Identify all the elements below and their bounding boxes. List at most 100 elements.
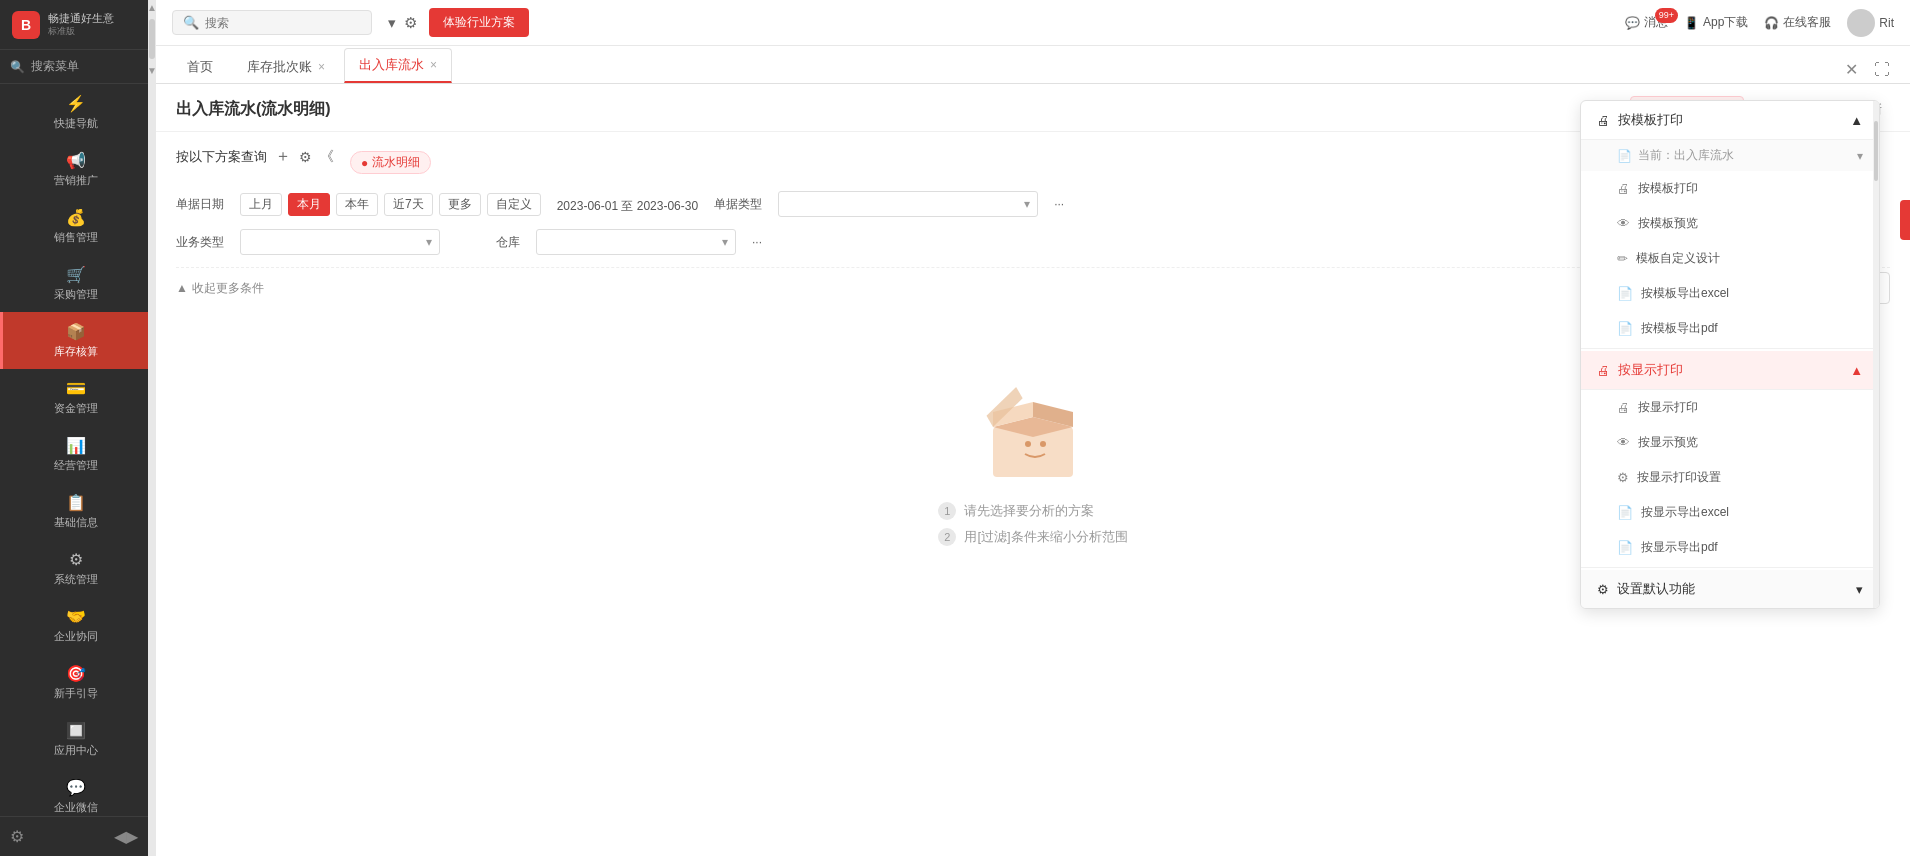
warehouse-select-wrapper (536, 229, 736, 255)
topbar-search-box[interactable]: 🔍 (172, 10, 372, 35)
date-btn-custom[interactable]: 自定义 (487, 193, 541, 216)
dropdown-divider-1 (1581, 348, 1879, 349)
quick-nav-icon: ⚡ (66, 94, 86, 113)
logo-version: 标准版 (48, 25, 114, 38)
tab-flow-close[interactable]: × (430, 58, 437, 72)
sidebar-scroll-track[interactable]: ▲ ▼ (148, 0, 156, 856)
chevron-up-icon: ▲ (176, 281, 188, 295)
dropdown-template-customize-item[interactable]: ✏ 模板自定义设计 (1581, 241, 1879, 276)
tab-fullscreen-icon[interactable]: ⛶ (1870, 57, 1894, 83)
dropdown-template-print-item[interactable]: 🖨 按模板打印 (1581, 171, 1879, 206)
sidebar-item-guide[interactable]: 🎯 新手引导 (0, 654, 148, 711)
display-pdf-icon: 📄 (1617, 540, 1633, 555)
sidebar-item-purchase[interactable]: 🛒 采购管理 (0, 255, 148, 312)
dropdown-display-export-excel-item[interactable]: 📄 按显示导出excel (1581, 495, 1879, 530)
topbar-dropdown-icon[interactable]: ▾ (388, 14, 396, 32)
filter-add-btn[interactable]: ＋ (275, 146, 291, 167)
sidebar-item-quick-nav[interactable]: ⚡ 快捷导航 (0, 84, 148, 141)
dropdown-display-print-settings-item[interactable]: ⚙ 按显示打印设置 (1581, 460, 1879, 495)
warehouse-select[interactable] (536, 229, 736, 255)
inventory-icon: 📦 (66, 322, 86, 341)
step-2-label: 用[过滤]条件来缩小分析范围 (964, 524, 1127, 550)
filter-settings-btn[interactable]: ⚙ (299, 149, 312, 165)
purchase-icon: 🛒 (66, 265, 86, 284)
tab-batch[interactable]: 库存批次账 × (232, 50, 340, 83)
page-title: 出入库流水(流水明细) (176, 99, 331, 120)
step-2: 2 用[过滤]条件来缩小分析范围 (938, 524, 1127, 550)
print-dropdown-panel: 🖨 按模板打印 ▲ 📄 当前：出入库流水 ▾ 🖨 按模板打印 👁 按模板预览 ✏… (1580, 100, 1880, 609)
doc-type-select[interactable] (778, 191, 1038, 217)
sidebar-item-label: 资金管理 (54, 401, 98, 416)
business-type-label: 业务类型 (176, 234, 224, 251)
topbar: 🔍 ▾ ⚙ 体验行业方案 💬 消息 99+ 📱 App下载 🎧 在线客服 (156, 0, 1910, 46)
current-template-icon: 📄 (1617, 149, 1632, 163)
empty-svg (973, 382, 1093, 482)
display-print-section-header[interactable]: 🖨 按显示打印 ▲ (1581, 351, 1879, 390)
settings-bottom-icon[interactable]: ⚙ (10, 827, 24, 846)
sidebar-item-operations[interactable]: 📊 经营管理 (0, 426, 148, 483)
topbar-search-input[interactable] (205, 16, 345, 30)
filter-title-label: 按以下方案查询 (176, 148, 267, 166)
user-item[interactable]: Rit (1847, 9, 1894, 37)
excel-item-icon: 📄 (1617, 286, 1633, 301)
tab-batch-close[interactable]: × (318, 60, 325, 74)
tab-close-all-icon[interactable]: ✕ (1841, 56, 1862, 83)
message-item[interactable]: 💬 消息 99+ (1625, 14, 1668, 31)
sidebar-item-cooperation[interactable]: 🤝 企业协同 (0, 597, 148, 654)
date-btn-current-year[interactable]: 本年 (336, 193, 378, 216)
set-default-icon: ⚙ (1597, 582, 1609, 597)
warehouse-more-btn[interactable]: ··· (752, 235, 762, 249)
dropdown-display-preview-item[interactable]: 👁 按显示预览 (1581, 425, 1879, 460)
business-type-select-wrapper (240, 229, 440, 255)
topbar-settings-icon[interactable]: ⚙ (404, 14, 417, 32)
sidebar-item-inventory[interactable]: 📦 库存核算 (0, 312, 148, 369)
collapse-filter-btn[interactable]: ▲ 收起更多条件 (176, 272, 264, 304)
date-btn-prev-month[interactable]: 上月 (240, 193, 282, 216)
cooperation-icon: 🤝 (66, 607, 86, 626)
svg-point-6 (1040, 441, 1046, 447)
set-default-section-header[interactable]: ⚙ 设置默认功能 ▾ (1581, 570, 1879, 608)
sidebar-search[interactable]: 🔍 搜索菜单 (0, 50, 148, 84)
sidebar-item-app-center[interactable]: 🔲 应用中心 (0, 711, 148, 768)
tab-flow[interactable]: 出入库流水 × (344, 48, 452, 83)
template-customize-item-label: 模板自定义设计 (1636, 250, 1720, 267)
sidebar-item-finance[interactable]: 💳 资金管理 (0, 369, 148, 426)
filter-tag-icon: ● (361, 156, 368, 170)
app-download-item[interactable]: 📱 App下载 (1684, 14, 1748, 31)
doc-type-more-btn[interactable]: ··· (1054, 197, 1064, 211)
sidebar-item-sales[interactable]: 💰 销售管理 (0, 198, 148, 255)
sidebar-item-label: 采购管理 (54, 287, 98, 302)
search-menu-button[interactable]: 🔍 搜索菜单 (10, 58, 138, 75)
scroll-thumb (149, 19, 155, 59)
doc-type-label: 单据类型 (714, 196, 762, 213)
dropdown-template-preview-item[interactable]: 👁 按模板预览 (1581, 206, 1879, 241)
tab-home[interactable]: 首页 (172, 50, 228, 83)
dropdown-template-export-pdf-item[interactable]: 📄 按模板导出pdf (1581, 311, 1879, 346)
right-edge-collapse-bar[interactable] (1900, 200, 1910, 240)
sidebar-item-marketing[interactable]: 📢 营销推广 (0, 141, 148, 198)
display-print-section-icon: 🖨 (1597, 363, 1610, 378)
tabbar: 首页 库存批次账 × 出入库流水 × ✕ ⛶ (156, 46, 1910, 84)
collapse-sidebar-icon[interactable]: ◀▶ (114, 827, 138, 846)
display-print-item-icon: 🖨 (1617, 400, 1630, 415)
sidebar-item-system[interactable]: ⚙ 系统管理 (0, 540, 148, 597)
current-template-chevron[interactable]: ▾ (1857, 149, 1863, 163)
dropdown-template-export-excel-item[interactable]: 📄 按模板导出excel (1581, 276, 1879, 311)
empty-illustration (973, 382, 1093, 482)
sidebar-item-label: 经营管理 (54, 458, 98, 473)
display-print-section: 🖨 按显示打印 ▲ 🖨 按显示打印 👁 按显示预览 ⚙ 按显示打印设置 📄 按显… (1581, 351, 1879, 565)
business-type-select[interactable] (240, 229, 440, 255)
svg-point-5 (1025, 441, 1031, 447)
online-service-item[interactable]: 🎧 在线客服 (1764, 14, 1831, 31)
date-btn-current-month[interactable]: 本月 (288, 193, 330, 216)
dropdown-display-print-item[interactable]: 🖨 按显示打印 (1581, 390, 1879, 425)
sidebar-item-basics[interactable]: 📋 基础信息 (0, 483, 148, 540)
dropdown-display-export-pdf-item[interactable]: 📄 按显示导出pdf (1581, 530, 1879, 565)
date-btn-7days[interactable]: 近7天 (384, 193, 433, 216)
dropdown-divider-2 (1581, 567, 1879, 568)
sidebar-item-wechat[interactable]: 💬 企业微信 (0, 768, 148, 816)
template-print-section-header[interactable]: 🖨 按模板打印 ▲ (1581, 101, 1879, 140)
date-btn-more[interactable]: 更多 (439, 193, 481, 216)
industry-btn[interactable]: 体验行业方案 (429, 8, 529, 37)
filter-collapse-left-btn[interactable]: 《 (320, 148, 334, 166)
